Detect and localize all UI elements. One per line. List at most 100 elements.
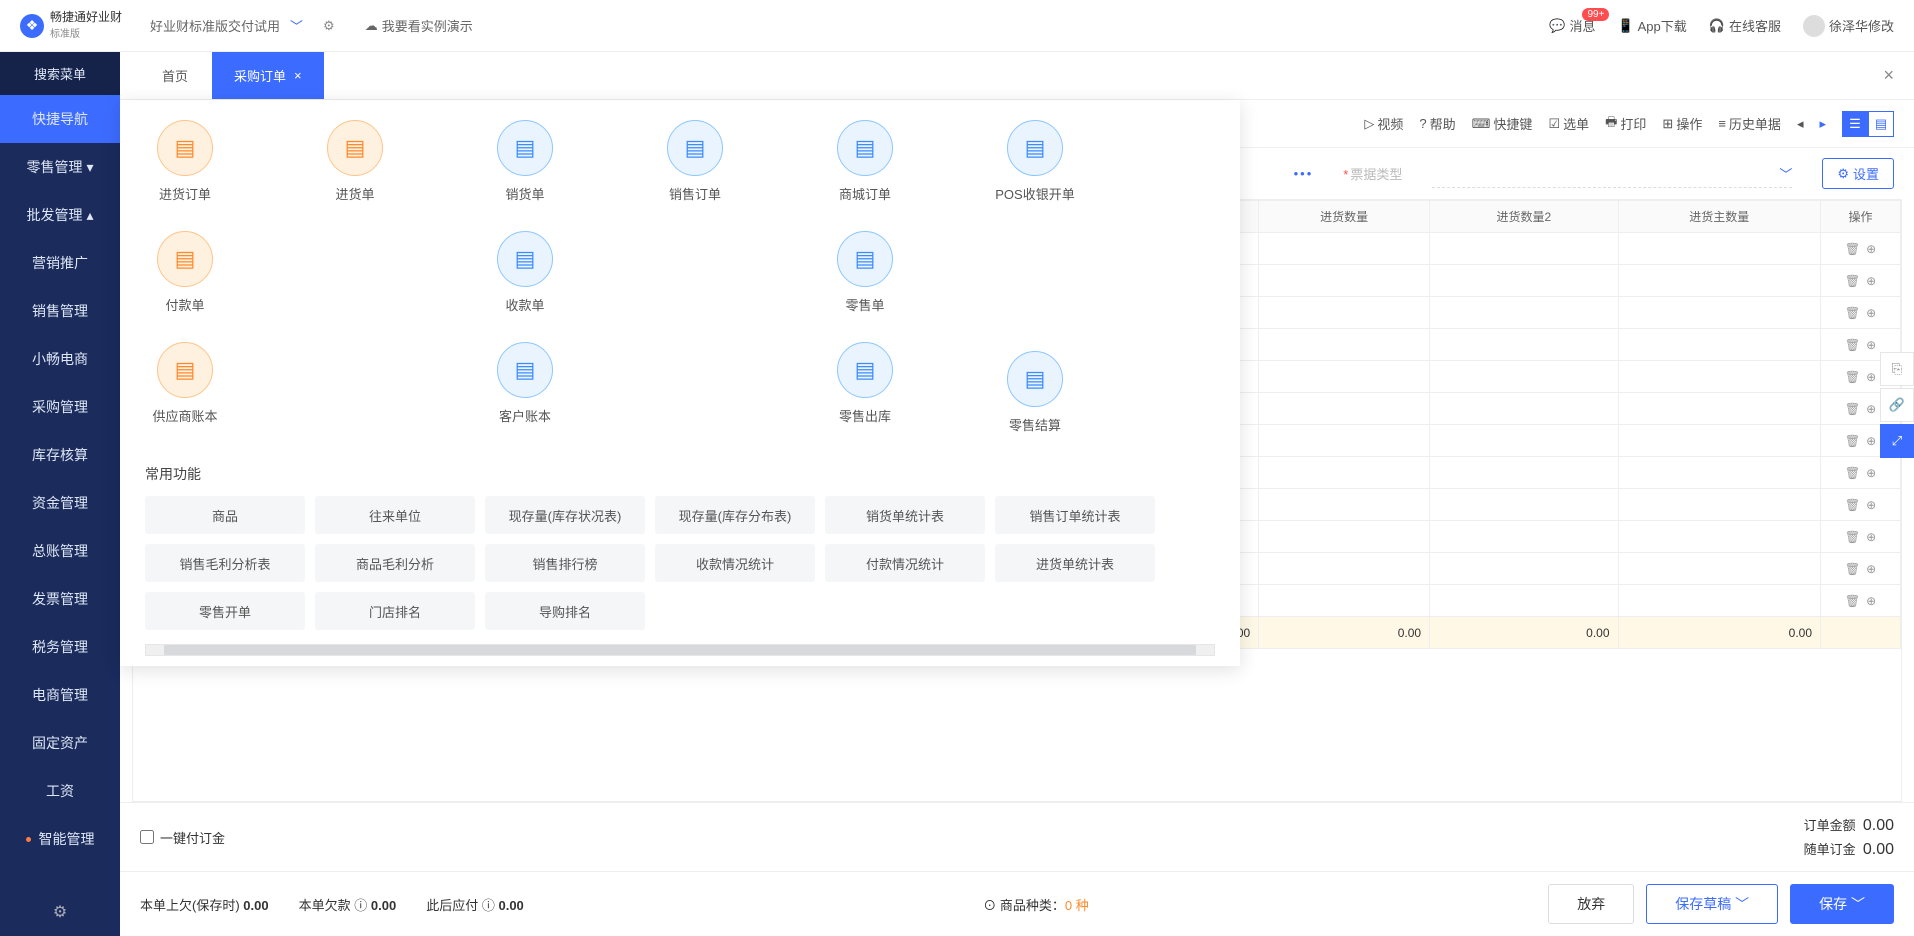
sidebar-item[interactable]: 销售管理	[0, 287, 120, 335]
add-row-icon[interactable]: ⊕	[1866, 434, 1876, 448]
delete-row-icon[interactable]: 🗑	[1845, 274, 1860, 288]
sidebar-item[interactable]: 批发管理▴	[0, 191, 120, 239]
delete-row-icon[interactable]: 🗑	[1845, 562, 1860, 576]
sidebar-item[interactable]: 总账管理	[0, 527, 120, 575]
settings-button[interactable]: ⚙设置	[1822, 158, 1894, 189]
common-fn-button[interactable]: 销货单统计表	[825, 496, 985, 534]
user-menu[interactable]: 徐泽华修改	[1803, 15, 1894, 37]
sidebar-item[interactable]: 零售管理▾	[0, 143, 120, 191]
flow-node[interactable]: ▤供应商账本	[145, 342, 225, 425]
add-row-icon[interactable]: ⊕	[1866, 338, 1876, 352]
delete-row-icon[interactable]: 🗑	[1845, 370, 1860, 384]
sidebar-item[interactable]: 智能管理	[0, 815, 120, 863]
delete-row-icon[interactable]: 🗑	[1845, 242, 1860, 256]
tab-home[interactable]: 首页	[140, 52, 210, 99]
sidebar-item[interactable]: 资金管理	[0, 479, 120, 527]
common-fn-button[interactable]: 付款情况统计	[825, 544, 985, 582]
rail-tag-icon[interactable]: ⎘	[1880, 352, 1914, 386]
delete-row-icon[interactable]: 🗑	[1845, 338, 1860, 352]
help-icon[interactable]: ⓘ	[354, 898, 367, 913]
flow-node[interactable]: ▤零售单	[825, 231, 905, 314]
common-fn-button[interactable]: 商品毛利分析	[315, 544, 475, 582]
flow-node[interactable]: ▤收款单	[485, 231, 565, 314]
table-header[interactable]: 进货数量2	[1430, 201, 1618, 233]
flow-node[interactable]: ▤客户账本	[485, 342, 565, 425]
messages-button[interactable]: 💬 消息 99+	[1549, 16, 1595, 35]
view-grid-icon[interactable]: ▤	[1868, 111, 1894, 137]
doc-type-select[interactable]: ﹀	[1432, 160, 1792, 188]
sidebar-item[interactable]: 快捷导航	[0, 95, 120, 143]
next-button[interactable]: ▸	[1819, 116, 1826, 132]
tab-purchase-order[interactable]: 采购订单 ×	[212, 52, 324, 99]
common-fn-button[interactable]: 现存量(库存分布表)	[655, 496, 815, 534]
help-icon[interactable]: ⓘ	[482, 898, 495, 913]
common-fn-button[interactable]: 导购排名	[485, 592, 645, 630]
delete-row-icon[interactable]: 🗑	[1845, 530, 1860, 544]
sidebar-item[interactable]: 税务管理	[0, 623, 120, 671]
discard-button[interactable]: 放弃	[1548, 884, 1634, 924]
delete-row-icon[interactable]: 🗑	[1845, 402, 1860, 416]
tab-close-icon[interactable]: ×	[294, 68, 302, 83]
sidebar-item[interactable]: 采购管理	[0, 383, 120, 431]
common-fn-button[interactable]: 商品	[145, 496, 305, 534]
sidebar-item[interactable]: 库存核算	[0, 431, 120, 479]
flow-node[interactable]: ▤销货单	[485, 120, 565, 203]
delete-row-icon[interactable]: 🗑	[1845, 594, 1860, 608]
sidebar-search[interactable]: 搜索菜单	[0, 52, 120, 95]
help-button[interactable]: ?帮助	[1419, 114, 1455, 133]
sidebar-settings-icon[interactable]: ⚙	[0, 888, 120, 936]
pay-deposit-checkbox[interactable]: 一键付订金	[140, 828, 225, 847]
add-row-icon[interactable]: ⊕	[1866, 306, 1876, 320]
flow-node[interactable]: ▤零售结算	[995, 351, 1075, 434]
quicknav-scrollbar[interactable]	[145, 644, 1215, 656]
table-header[interactable]: 进货主数量	[1618, 201, 1820, 233]
common-fn-button[interactable]: 往来单位	[315, 496, 475, 534]
add-row-icon[interactable]: ⊕	[1866, 274, 1876, 288]
settings-icon[interactable]: ⚙	[323, 18, 335, 34]
demo-link[interactable]: ☁ 我要看实例演示	[365, 16, 473, 35]
rail-expand-icon[interactable]: ⤢	[1880, 424, 1914, 458]
flow-node[interactable]: ▤零售出库	[825, 342, 905, 425]
shortcut-button[interactable]: ⌨快捷键	[1472, 114, 1533, 133]
table-header[interactable]: 进货数量	[1259, 201, 1430, 233]
add-row-icon[interactable]: ⊕	[1866, 466, 1876, 480]
sidebar-item[interactable]: 发票管理	[0, 575, 120, 623]
add-row-icon[interactable]: ⊕	[1866, 530, 1876, 544]
prev-button[interactable]: ◂	[1797, 116, 1804, 132]
flow-node[interactable]: ▤付款单	[145, 231, 225, 314]
flow-node[interactable]: ▤POS收银开单	[995, 120, 1075, 203]
product-selector[interactable]: 好业财标准版交付试用 ﹀	[150, 16, 303, 35]
print-button[interactable]: 🖶打印	[1605, 113, 1646, 135]
sidebar-item[interactable]: 营销推广	[0, 239, 120, 287]
sidebar-item[interactable]: 固定资产	[0, 719, 120, 767]
delete-row-icon[interactable]: 🗑	[1845, 498, 1860, 512]
common-fn-button[interactable]: 销售排行榜	[485, 544, 645, 582]
history-button[interactable]: ≡历史单据	[1718, 114, 1781, 133]
checkbox[interactable]	[140, 830, 154, 844]
rail-link-icon[interactable]: 🔗	[1880, 388, 1914, 422]
common-fn-button[interactable]: 销售订单统计表	[995, 496, 1155, 534]
add-row-icon[interactable]: ⊕	[1866, 242, 1876, 256]
flow-node[interactable]: ▤商城订单	[825, 120, 905, 203]
add-row-icon[interactable]: ⊕	[1866, 562, 1876, 576]
add-row-icon[interactable]: ⊕	[1866, 402, 1876, 416]
delete-row-icon[interactable]: 🗑	[1845, 306, 1860, 320]
operate-button[interactable]: ⊞操作	[1662, 114, 1702, 133]
flow-node[interactable]: ▤进货单	[315, 120, 395, 203]
common-fn-button[interactable]: 门店排名	[315, 592, 475, 630]
table-header[interactable]: 操作	[1821, 201, 1901, 233]
add-row-icon[interactable]: ⊕	[1866, 498, 1876, 512]
tabs-close-icon[interactable]: ×	[1883, 65, 1894, 86]
save-draft-button[interactable]: 保存草稿 ﹀	[1646, 884, 1778, 924]
delete-row-icon[interactable]: 🗑	[1845, 466, 1860, 480]
flow-node[interactable]: ▤进货订单	[145, 120, 225, 203]
common-fn-button[interactable]: 零售开单	[145, 592, 305, 630]
common-fn-button[interactable]: 销售毛利分析表	[145, 544, 305, 582]
save-button[interactable]: 保存 ﹀	[1790, 884, 1894, 924]
add-row-icon[interactable]: ⊕	[1866, 594, 1876, 608]
flow-node[interactable]: ▤销售订单	[655, 120, 735, 203]
sidebar-item[interactable]: 小畅电商	[0, 335, 120, 383]
sidebar-item[interactable]: 电商管理	[0, 671, 120, 719]
support-button[interactable]: 🎧 在线客服	[1709, 16, 1781, 35]
select-button[interactable]: ☑选单	[1548, 114, 1589, 133]
